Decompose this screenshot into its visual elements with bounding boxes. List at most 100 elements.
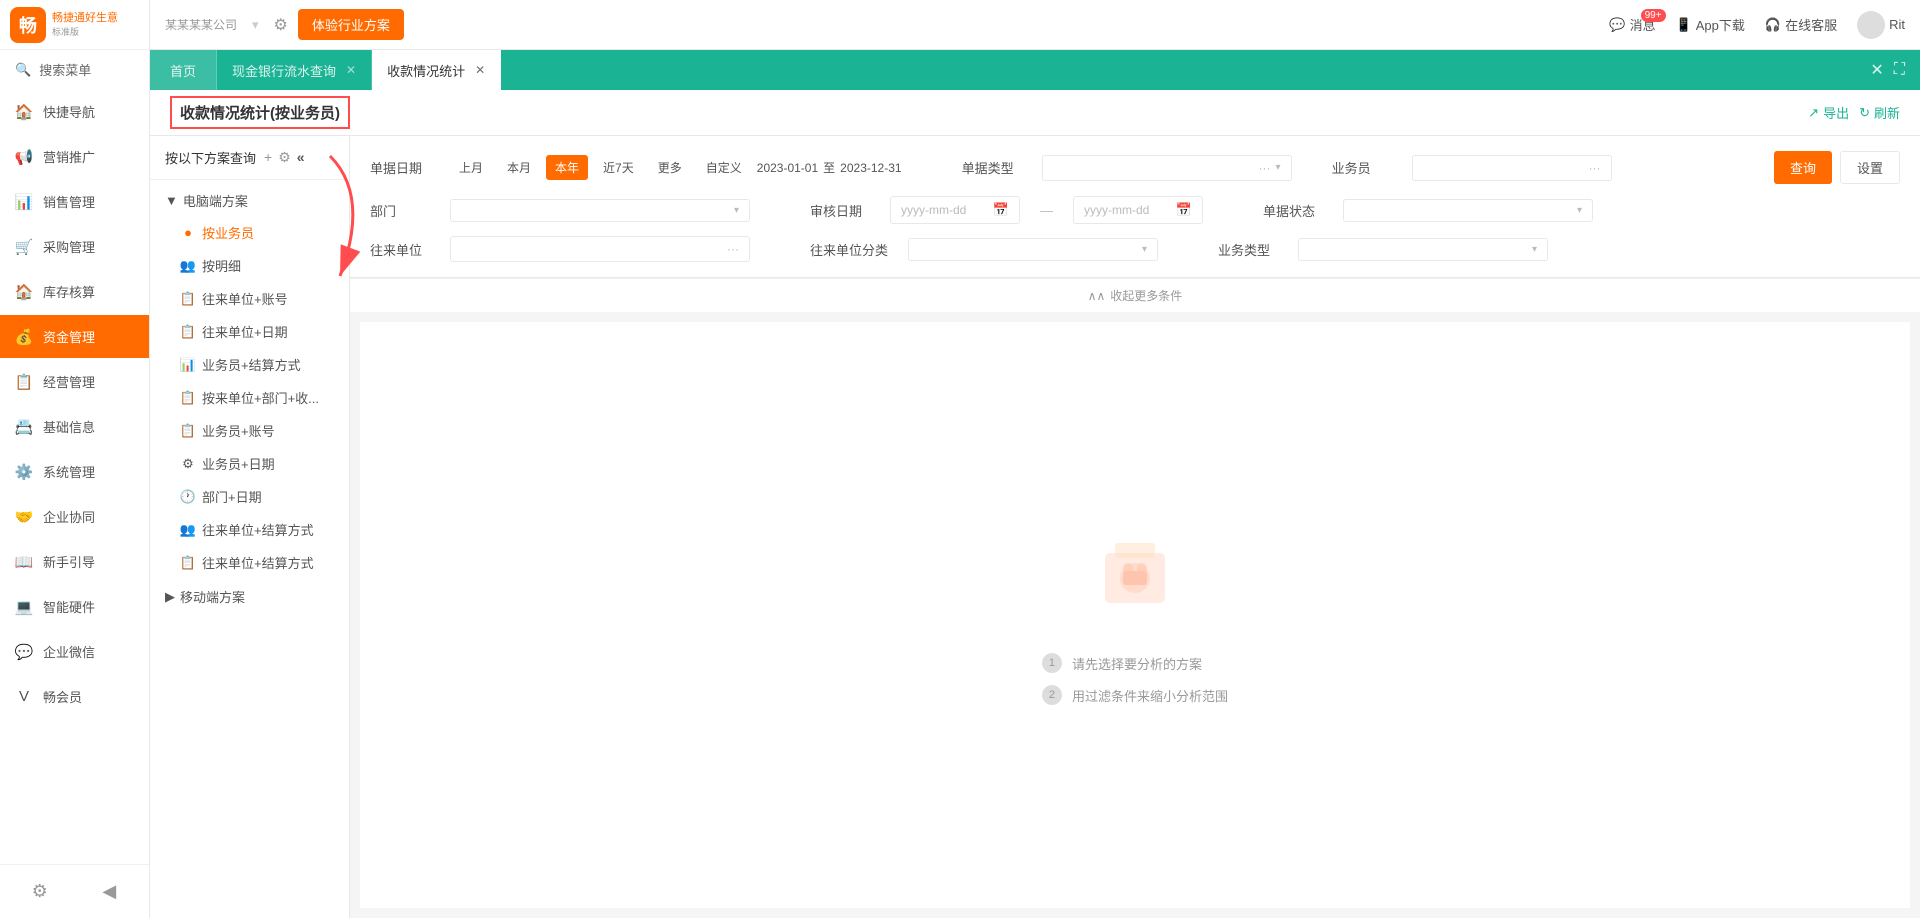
voucher-type-more-icon: ···	[1259, 161, 1271, 175]
calendar-start-icon[interactable]: 📅	[993, 202, 1009, 218]
tree-item-partner-date-label: 往来单位+日期	[202, 322, 288, 341]
export-btn[interactable]: ↗ 导出	[1808, 103, 1849, 122]
collab-label: 企业协同	[43, 507, 95, 526]
refresh-btn[interactable]: ↻ 刷新	[1859, 103, 1900, 122]
sidebar-item-guide[interactable]: 📖 新手引导	[0, 540, 149, 583]
sidebar-item-hardware[interactable]: 💻 智能硬件	[0, 585, 149, 628]
wechat-label: 企业微信	[43, 642, 95, 661]
tree-item-salesman-date[interactable]: ⚙ 业务员+日期	[150, 447, 349, 480]
dept-select[interactable]: ▾	[450, 199, 750, 222]
voucher-status-select[interactable]: ▾	[1343, 199, 1593, 222]
sidebar-item-inventory[interactable]: 🏠 库存核算	[0, 270, 149, 313]
topbar-app-download-btn[interactable]: 📱 App下载	[1676, 15, 1745, 34]
calendar-end-icon[interactable]: 📅	[1176, 202, 1192, 218]
tree-item-dept-date[interactable]: 🕐 部门+日期	[150, 480, 349, 513]
sidebar-item-finance[interactable]: 💰 资金管理	[0, 315, 149, 358]
tree-item-by-detail-label: 按明细	[202, 256, 241, 275]
review-date-start-input[interactable]: yyyy-mm-dd 📅	[890, 196, 1020, 224]
business-type-select[interactable]: ▾	[1298, 238, 1548, 261]
sidebar-item-sales[interactable]: 📊 销售管理	[0, 180, 149, 223]
tree-item-partner-dept[interactable]: 📋 按来单位+部门+收...	[150, 381, 349, 414]
scheme-settings-icon[interactable]: ⚙	[278, 149, 291, 166]
add-scheme-icon[interactable]: +	[264, 149, 272, 166]
tab-home-label: 首页	[170, 61, 196, 80]
tab-receipt[interactable]: 收款情况统计 ✕	[372, 50, 501, 90]
salesman-select[interactable]: ···	[1412, 155, 1612, 181]
basic-icon: 📇	[15, 418, 33, 436]
sidebar-collapse-btn[interactable]: ◀	[80, 875, 140, 908]
solution-btn[interactable]: 体验行业方案	[298, 9, 404, 40]
topbar-message-btn[interactable]: 💬 消息 99+	[1609, 15, 1655, 34]
partner-select[interactable]: ···	[450, 236, 750, 262]
tree-mobile-header[interactable]: ▶ 移动端方案	[150, 579, 349, 612]
partner-category-select[interactable]: ▾	[908, 238, 1158, 261]
tab-receipt-label: 收款情况统计	[387, 61, 465, 80]
date-btn-7-days[interactable]: 近7天	[594, 155, 643, 180]
topbar-gear-icon[interactable]: ⚙	[274, 15, 288, 35]
tree-item-salesman-settlement-label: 业务员+结算方式	[202, 355, 301, 374]
tab-receipt-close-icon[interactable]: ✕	[475, 63, 485, 77]
settings-button[interactable]: 设置	[1840, 151, 1900, 184]
refresh-label: 刷新	[1874, 103, 1900, 122]
main-content: 按以下方案查询 + ⚙ « ▼ 电脑端方案 ● 按业务员 👥 按	[150, 136, 1920, 918]
sidebar-item-wechat[interactable]: 💬 企业微信	[0, 630, 149, 673]
voucher-type-select[interactable]: ··· ▾	[1042, 155, 1292, 181]
sidebar-item-vip[interactable]: V 畅会员	[0, 675, 149, 718]
tree-item-partner-date[interactable]: 📋 往来单位+日期	[150, 315, 349, 348]
dept-arrow-icon: ▾	[734, 205, 739, 216]
tab-bank-close-icon[interactable]: ✕	[346, 63, 356, 77]
sidebar-item-basic[interactable]: 📇 基础信息	[0, 405, 149, 448]
tree-section: ▼ 电脑端方案 ● 按业务员 👥 按明细 📋 往来单位+账号 📋 往来	[150, 180, 349, 617]
collapse-bar[interactable]: ∧∧ 收起更多条件	[350, 278, 1920, 312]
date-btn-more[interactable]: 更多	[649, 155, 691, 180]
sidebar-item-operations[interactable]: 📋 经营管理	[0, 360, 149, 403]
partner-more-icon[interactable]: ···	[727, 242, 739, 256]
salesman-icon: ●	[180, 225, 196, 241]
tree-item-salesman-account[interactable]: 📋 业务员+账号	[150, 414, 349, 447]
sidebar-item-quick-nav[interactable]: 🏠 快捷导航	[0, 90, 149, 133]
tree-item-by-detail[interactable]: 👥 按明细	[150, 249, 349, 282]
date-btn-custom[interactable]: 自定义	[697, 155, 751, 180]
sidebar-search[interactable]: 🔍 搜索菜单	[0, 50, 149, 89]
sidebar-item-collab[interactable]: 🤝 企业协同	[0, 495, 149, 538]
tab-home[interactable]: 首页	[150, 50, 217, 90]
tree-item-partner-settlement1[interactable]: 👥 往来单位+结算方式	[150, 513, 349, 546]
quick-nav-icon: 🏠	[15, 103, 33, 121]
voucher-type-arrow-icon: ▾	[1276, 162, 1281, 173]
tree-item-partner-settlement2[interactable]: 📋 往来单位+结算方式	[150, 546, 349, 579]
sidebar-item-marketing[interactable]: 📢 营销推广	[0, 135, 149, 178]
partner-date-icon: 📋	[180, 324, 196, 340]
sales-icon: 📊	[15, 193, 33, 211]
review-date-end-value: yyyy-mm-dd	[1084, 203, 1171, 217]
topbar-user-btn[interactable]: Rit	[1857, 11, 1905, 39]
date-range-separator: 至	[823, 159, 835, 176]
collapse-panel-icon[interactable]: «	[297, 149, 305, 166]
review-date-end-input[interactable]: yyyy-mm-dd 📅	[1073, 196, 1203, 224]
tab-close-all-icon[interactable]: ✕	[1870, 60, 1883, 80]
left-panel-title: 按以下方案查询	[165, 148, 256, 167]
collab-icon: 🤝	[15, 508, 33, 526]
tree-item-partner-account[interactable]: 📋 往来单位+账号	[150, 282, 349, 315]
tab-maximize-icon[interactable]: ⛶	[1894, 61, 1905, 79]
sidebar-settings-btn[interactable]: ⚙	[10, 875, 70, 908]
left-panel-header: 按以下方案查询 + ⚙ «	[150, 136, 349, 180]
date-btn-this-month[interactable]: 本月	[498, 155, 540, 180]
wechat-icon: 💬	[15, 643, 33, 661]
tree-expand-icon: ▼	[165, 193, 178, 208]
date-btn-this-year[interactable]: 本年	[546, 155, 588, 180]
date-range-end: 2023-12-31	[840, 161, 901, 175]
query-button[interactable]: 查询	[1774, 151, 1832, 184]
partner-settlement2-icon: 📋	[180, 555, 196, 571]
date-btn-last-month[interactable]: 上月	[450, 155, 492, 180]
topbar-service-btn[interactable]: 🎧 在线客服	[1765, 15, 1837, 34]
tree-item-by-salesman-label: 按业务员	[202, 223, 254, 242]
sidebar-item-purchase[interactable]: 🛒 采购管理	[0, 225, 149, 268]
topbar: 某某某某公司 ▾ ⚙ 体验行业方案 💬 消息 99+ 📱 App下载 🎧 在线客…	[150, 0, 1920, 50]
tree-item-by-salesman[interactable]: ● 按业务员	[150, 216, 349, 249]
sidebar-logo: 畅 畅捷通好生意 标准版	[0, 0, 149, 50]
tab-bank[interactable]: 现金银行流水查询 ✕	[217, 50, 372, 90]
sidebar-item-system[interactable]: ⚙️ 系统管理	[0, 450, 149, 493]
empty-step-2: 2 用过滤条件来缩小分析范围	[1042, 685, 1228, 705]
tree-item-salesman-settlement[interactable]: 📊 业务员+结算方式	[150, 348, 349, 381]
tree-desktop-header[interactable]: ▼ 电脑端方案	[150, 185, 349, 216]
